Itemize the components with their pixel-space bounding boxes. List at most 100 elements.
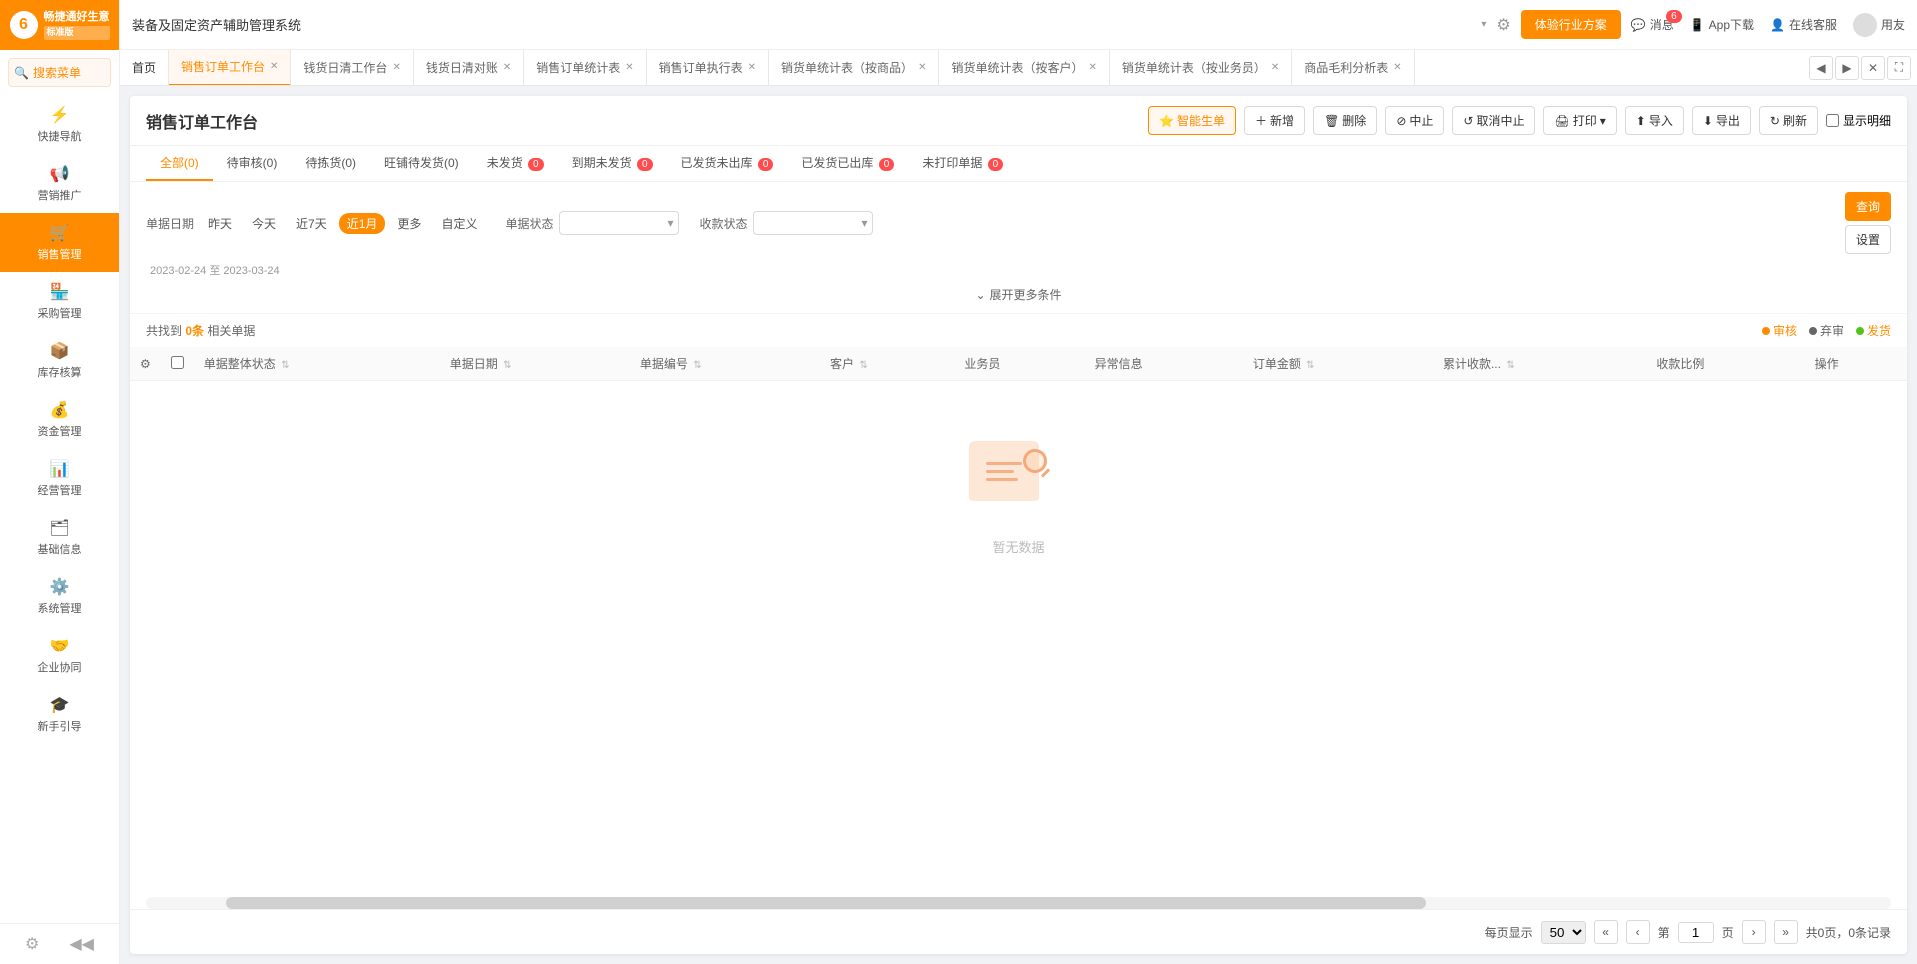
import-button[interactable]: ⬆ 导入 <box>1625 106 1684 135</box>
tab-close-cash-reconcile[interactable]: ✕ <box>503 62 511 73</box>
sort-customer-icon[interactable]: ⇅ <box>859 360 867 371</box>
app-download-button[interactable]: 📱 App下载 <box>1690 16 1754 33</box>
tab-sales-order[interactable]: 销售订单工作台 ✕ <box>169 50 291 86</box>
payment-select[interactable] <box>753 211 873 235</box>
user-menu-button[interactable]: 用友 <box>1853 13 1905 37</box>
query-button[interactable]: 查询 <box>1845 192 1891 221</box>
tab-cash-reconcile[interactable]: 钱货日清对账 ✕ <box>414 50 524 86</box>
solution-button[interactable]: 体验行业方案 <box>1521 10 1621 39</box>
filter-date: 单据日期 昨天 今天 近7天 近1月 更多 自定义 <box>146 213 485 234</box>
per-page-select[interactable]: 50 <box>1541 921 1586 944</box>
tab-close-sales-stat[interactable]: ✕ <box>625 62 633 73</box>
tabs-scroll-left-button[interactable]: ◀ <box>1809 56 1833 80</box>
sidebar-item-operations[interactable]: 📊 经营管理 <box>0 449 119 508</box>
sort-collected-icon[interactable]: ⇅ <box>1506 360 1514 371</box>
delete-button[interactable]: 🗑 删除 <box>1313 106 1377 135</box>
refresh-button[interactable]: ↻ 刷新 <box>1759 106 1818 135</box>
sidebar-item-purchase[interactable]: 🏪 采购管理 <box>0 272 119 331</box>
tab-margin-analysis[interactable]: 商品毛利分析表 ✕ <box>1292 50 1414 86</box>
sort-number-icon[interactable]: ⇅ <box>693 360 701 371</box>
sub-tab-all[interactable]: 全部(0) <box>146 146 213 181</box>
tabs-scroll-right-button[interactable]: ▶ <box>1835 56 1859 80</box>
page-prev-button[interactable]: ‹ <box>1626 920 1650 944</box>
tab-close-sales-order[interactable]: ✕ <box>270 61 278 72</box>
collapse-icon[interactable]: ◀◀ <box>69 934 94 954</box>
page-number-input[interactable] <box>1678 922 1714 943</box>
sidebar-item-basic[interactable]: 🗂 基础信息 <box>0 508 119 567</box>
tab-sales-stat-staff[interactable]: 销货单统计表（按业务员） ✕ <box>1110 50 1292 86</box>
stop-button[interactable]: ⊘ 中止 <box>1385 106 1444 135</box>
tab-cash-daily[interactable]: 钱货日清工作台 ✕ <box>291 50 413 86</box>
sub-tab-unshipped[interactable]: 未发货 0 <box>473 146 558 181</box>
system-dropdown[interactable]: ▾ <box>1481 19 1486 30</box>
show-detail-checkbox[interactable] <box>1826 114 1839 127</box>
sub-tab-wangpu-ship[interactable]: 旺铺待发货(0) <box>370 146 473 181</box>
tab-sales-exec[interactable]: 销售订单执行表 ✕ <box>647 50 769 86</box>
tab-close-sales-exec[interactable]: ✕ <box>748 62 756 73</box>
th-checkbox[interactable] <box>161 347 194 381</box>
date-opt-custom[interactable]: 自定义 <box>433 213 485 234</box>
sub-tab-pending-review[interactable]: 待审核(0) <box>213 146 292 181</box>
print-dropdown-icon: ▾ <box>1600 114 1606 128</box>
export-button[interactable]: ⬇ 导出 <box>1692 106 1751 135</box>
horizontal-scrollbar[interactable] <box>146 897 1891 909</box>
sidebar-item-quick-nav[interactable]: ⚡ 快捷导航 <box>0 95 119 154</box>
message-button[interactable]: 💬 6 消息 <box>1631 16 1674 33</box>
status-select[interactable] <box>559 211 679 235</box>
cancel-stop-button[interactable]: ↺ 取消中止 <box>1452 106 1535 135</box>
th-settings[interactable]: ⚙ <box>130 347 161 381</box>
sub-tab-shipped-not-out[interactable]: 已发货未出库 0 <box>667 146 788 181</box>
topbar-settings-icon[interactable]: ⚙ <box>1496 15 1510 35</box>
sub-tab-overdue-unshipped[interactable]: 到期未发货 0 <box>558 146 667 181</box>
sidebar-item-capital[interactable]: 💰 资金管理 <box>0 390 119 449</box>
sub-tab-unprinted[interactable]: 未打印单据 0 <box>908 146 1017 181</box>
system-title: 装备及固定资产辅助管理系统 <box>132 15 1471 34</box>
tab-sales-stat-customer[interactable]: 销货单统计表（按客户） ✕ <box>939 50 1109 86</box>
sidebar-item-sales[interactable]: 🛒 销售管理 <box>0 213 119 272</box>
sort-overall-status-icon[interactable]: ⇅ <box>281 360 289 371</box>
expand-filters-button[interactable]: ⌄ 展开更多条件 <box>975 286 1061 303</box>
smart-create-button[interactable]: ⭐ 智能生单 <box>1148 106 1236 135</box>
sub-tab-pending-inspect[interactable]: 待拣货(0) <box>291 146 370 181</box>
tab-sales-stat[interactable]: 销售订单统计表 ✕ <box>524 50 646 86</box>
ship-link[interactable]: 发货 <box>1856 322 1891 339</box>
date-opt-today[interactable]: 今天 <box>244 213 284 234</box>
add-button[interactable]: ＋ 新增 <box>1244 106 1305 135</box>
date-opt-yesterday[interactable]: 昨天 <box>200 213 240 234</box>
sub-tab-shipped-out[interactable]: 已发货已出库 0 <box>787 146 908 181</box>
tab-close-sales-stat-customer[interactable]: ✕ <box>1088 62 1096 73</box>
online-service-button[interactable]: 👤 在线客服 <box>1770 16 1837 33</box>
tab-close-cash-daily[interactable]: ✕ <box>392 62 400 73</box>
tab-close-sales-stat-staff[interactable]: ✕ <box>1271 62 1279 73</box>
tabs-fullscreen-button[interactable]: ⛶ <box>1887 56 1911 80</box>
tab-close-sales-stat-product[interactable]: ✕ <box>918 62 926 73</box>
page-next-button[interactable]: › <box>1742 920 1766 944</box>
message-icon: 💬 <box>1631 18 1646 32</box>
page-first-button[interactable]: « <box>1594 920 1618 944</box>
audit-link[interactable]: 审核 <box>1762 322 1797 339</box>
cancel-audit-link[interactable]: 弃审 <box>1809 322 1844 339</box>
scrollbar-thumb[interactable] <box>226 897 1426 909</box>
sidebar-item-newbie[interactable]: 🎓 新手引导 <box>0 685 119 744</box>
settings-bottom-icon[interactable]: ⚙ <box>25 934 39 954</box>
tab-close-margin-analysis[interactable]: ✕ <box>1393 62 1401 73</box>
sidebar-item-enterprise[interactable]: 🤝 企业协同 <box>0 626 119 685</box>
search-menu-button[interactable]: 🔍 搜索菜单 <box>8 58 111 87</box>
select-all-checkbox[interactable] <box>171 356 184 369</box>
date-opt-7days[interactable]: 近7天 <box>288 213 335 234</box>
print-button[interactable]: 🖨 打印 ▾ <box>1543 106 1616 135</box>
sidebar-item-marketing[interactable]: 📢 营销推广 <box>0 154 119 213</box>
date-opt-more[interactable]: 更多 <box>389 213 429 234</box>
tab-sales-stat-product[interactable]: 销货单统计表（按商品） ✕ <box>769 50 939 86</box>
settings-filter-button[interactable]: 设置 <box>1845 225 1891 254</box>
sort-amount-icon[interactable]: ⇅ <box>1306 360 1314 371</box>
date-opt-1month[interactable]: 近1月 <box>339 213 386 234</box>
tab-home[interactable]: 首页 <box>120 50 169 86</box>
sidebar-item-inventory[interactable]: 📦 库存核算 <box>0 331 119 390</box>
sidebar-item-system[interactable]: ⚙️ 系统管理 <box>0 567 119 626</box>
sidebar: 6 畅捷通好生意 标准版 🔍 搜索菜单 ⚡ 快捷导航 📢 营销推广 🛒 销售管理… <box>0 0 120 964</box>
page-last-button[interactable]: » <box>1774 920 1798 944</box>
sort-date-icon[interactable]: ⇅ <box>503 360 511 371</box>
empty-state: 暂无数据 <box>130 381 1907 616</box>
tabs-close-current-button[interactable]: ✕ <box>1861 56 1885 80</box>
